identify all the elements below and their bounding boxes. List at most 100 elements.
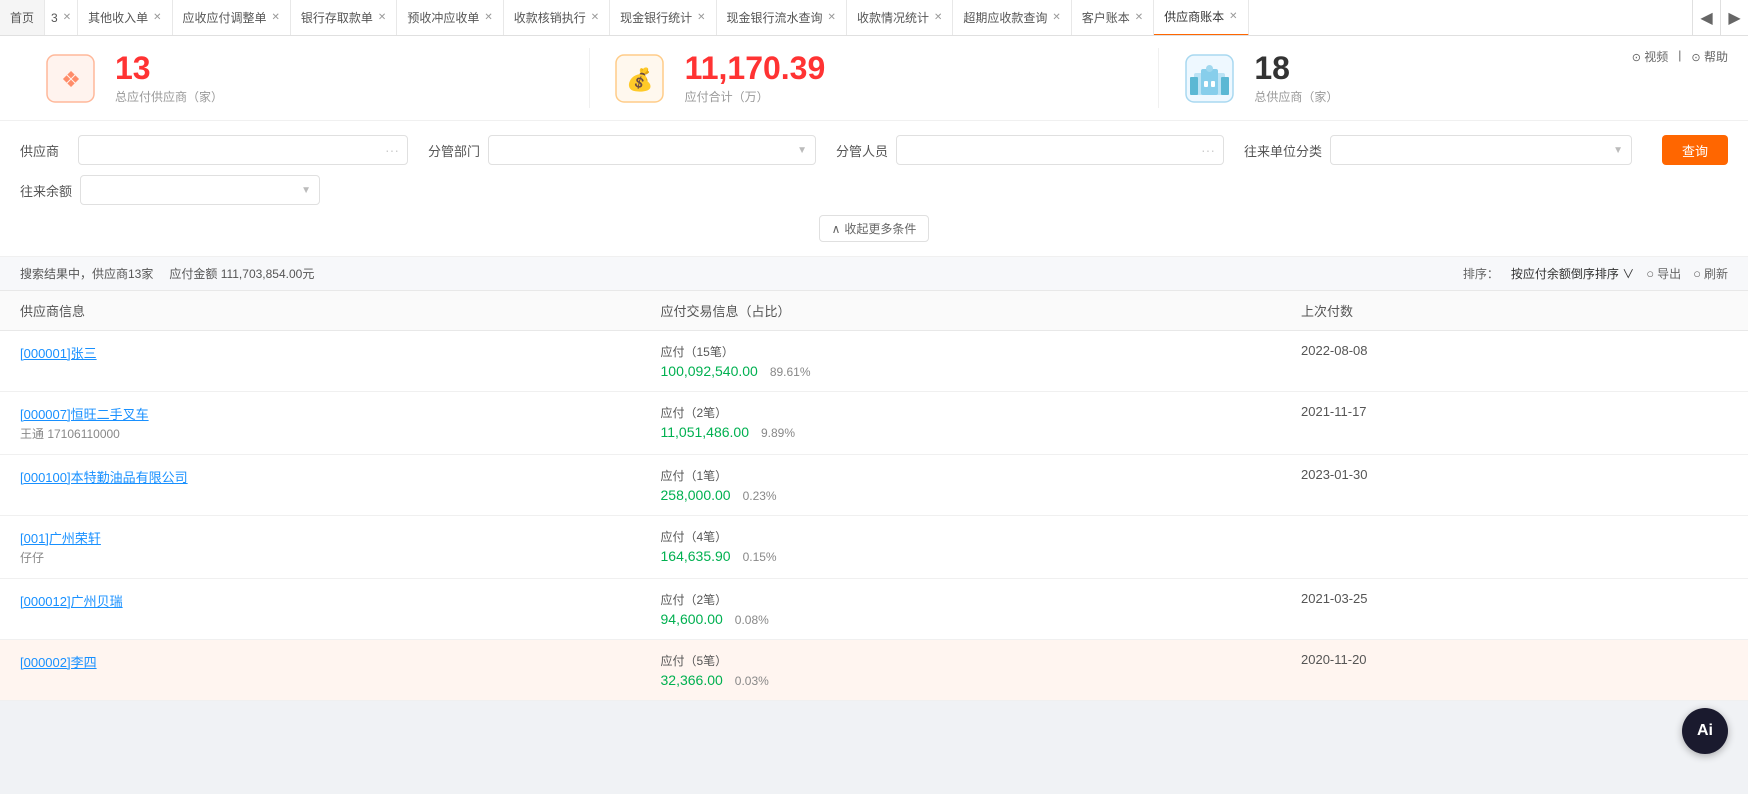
- payable-count-0: 应付（15笔）: [661, 343, 1302, 360]
- payable-percent-2: 0.23%: [743, 489, 777, 503]
- video-link[interactable]: ⊙ 视频: [1632, 48, 1669, 65]
- payable-amount-1[interactable]: 11,051,486.00: [661, 424, 750, 440]
- stats-bar: ❖ 13 总应付供应商（家） 💰 11,170.39 应付合计（万）: [0, 36, 1748, 121]
- supplier-name-3[interactable]: [001]广州荣轩: [20, 528, 661, 547]
- supplier-input-wrap[interactable]: ···: [78, 135, 408, 165]
- supplier-name-5[interactable]: [000002]李四: [20, 652, 661, 671]
- nav-close-other-income[interactable]: ✕: [153, 12, 161, 23]
- nav-item-pre-ar[interactable]: 预收冲应收单 ✕: [397, 0, 503, 36]
- table-row: [000002]李四 应付（5笔） 32,366.00 0.03% 2020-1…: [0, 640, 1748, 701]
- stat-card-payable-total: 💰 11,170.39 应付合计（万）: [590, 48, 1160, 108]
- nav-close-overdue-ar[interactable]: ✕: [1052, 12, 1060, 23]
- supplier-input[interactable]: [87, 143, 385, 157]
- nav-close-bank-deposit[interactable]: ✕: [378, 12, 386, 23]
- search-row-1: 供应商 ··· 分管部门 ▼ 分管人员 ··· 往来单位分类: [20, 135, 1728, 165]
- nav-item-home[interactable]: 首页: [0, 0, 45, 36]
- person-input[interactable]: [905, 143, 1201, 157]
- nav-close-cash-bank-stat[interactable]: ✕: [697, 12, 705, 23]
- nav-close-receipt-stat[interactable]: ✕: [934, 12, 942, 23]
- nav-close-ar-ap-adjust[interactable]: ✕: [272, 12, 280, 23]
- category-input-wrap[interactable]: ▼: [1330, 135, 1632, 165]
- nav-item-supplier-book[interactable]: 供应商账本 ✕: [1154, 0, 1248, 36]
- export-button[interactable]: ○ 导出: [1646, 265, 1681, 282]
- refresh-icon: ○: [1693, 266, 1701, 281]
- payable-total-icon: 💰: [610, 48, 670, 108]
- last-pay-4: 2021-03-25: [1301, 591, 1728, 606]
- payable-amount-0[interactable]: 100,092,540.00: [661, 363, 758, 379]
- payable-amount-3[interactable]: 164,635.90: [661, 548, 731, 564]
- supplier-sub-3: 仔仔: [20, 549, 661, 566]
- payable-amount-2[interactable]: 258,000.00: [661, 487, 731, 503]
- payable-amount-5[interactable]: 32,366.00: [661, 672, 723, 688]
- search-button[interactable]: 查询: [1662, 135, 1728, 165]
- nav-close-customer-book[interactable]: ✕: [1135, 12, 1143, 23]
- nav-label-bank-deposit: 银行存取款单: [301, 9, 373, 26]
- collapse-button[interactable]: ∧ 收起更多条件: [819, 215, 930, 242]
- nav-close-supplier-book[interactable]: ✕: [1229, 11, 1237, 22]
- payable-total-number: 11,170.39: [685, 52, 826, 84]
- payable-amount-4[interactable]: 94,600.00: [661, 611, 723, 627]
- nav-close-tab3[interactable]: ✕: [63, 12, 71, 23]
- nav-close-cash-bank-flow[interactable]: ✕: [828, 12, 836, 23]
- supplier-name-4[interactable]: [000012]广州贝瑞: [20, 591, 661, 610]
- person-input-wrap[interactable]: ···: [896, 135, 1224, 165]
- supplier-name-0[interactable]: [000001]张三: [20, 343, 661, 362]
- refresh-button[interactable]: ○ 刷新: [1693, 265, 1728, 282]
- person-picker-icon[interactable]: ···: [1201, 142, 1215, 158]
- table: 供应商信息 应付交易信息（占比） 上次付数 [000001]张三 应付（15笔）…: [0, 291, 1748, 701]
- sort-label: 排序：: [1463, 265, 1499, 282]
- nav-item-receipt-stat[interactable]: 收款情况统计 ✕: [847, 0, 953, 36]
- nav-close-receipt-exec[interactable]: ✕: [591, 12, 599, 23]
- payable-count-4: 应付（2笔）: [661, 591, 1302, 608]
- nav-item-customer-book[interactable]: 客户账本 ✕: [1072, 0, 1154, 36]
- payable-percent-0: 89.61%: [770, 365, 811, 379]
- supplier-info-5: [000002]李四: [20, 652, 661, 673]
- category-input[interactable]: [1339, 143, 1613, 157]
- supplier-info-4: [000012]广州贝瑞: [20, 591, 661, 612]
- payable-count-5: 应付（5笔）: [661, 652, 1302, 669]
- ai-assistant-button[interactable]: Ai: [1682, 708, 1728, 754]
- supplier-name-2[interactable]: [000100]本特勤油品有限公司: [20, 467, 661, 486]
- dept-chevron-icon[interactable]: ▼: [797, 145, 807, 156]
- result-text-2: 应付金额 111,703,854.00元: [169, 265, 314, 282]
- ai-label: Ai: [1697, 722, 1713, 740]
- supplier-picker-icon[interactable]: ···: [385, 142, 399, 158]
- payable-info-4: 应付（2笔） 94,600.00 0.08%: [661, 591, 1302, 627]
- nav-close-pre-ar[interactable]: ✕: [484, 12, 492, 23]
- nav-prev-arrow[interactable]: ◀: [1692, 0, 1720, 36]
- table-header: 供应商信息 应付交易信息（占比） 上次付数: [0, 291, 1748, 331]
- nav-label-overdue-ar: 超期应收款查询: [963, 9, 1047, 26]
- payable-info-1: 应付（2笔） 11,051,486.00 9.89%: [661, 404, 1302, 440]
- sort-chevron-icon: ∨: [1622, 267, 1634, 281]
- nav-item-overdue-ar[interactable]: 超期应收款查询 ✕: [953, 0, 1071, 36]
- last-pay-5: 2020-11-20: [1301, 652, 1728, 667]
- nav-label-cash-bank-stat: 现金银行统计: [620, 9, 692, 26]
- nav-label-receipt-stat: 收款情况统计: [857, 9, 929, 26]
- col-header-supplier: 供应商信息: [20, 301, 661, 320]
- header-links: ⊙ 视频 | ⊙ 帮助: [1632, 48, 1728, 65]
- help-link[interactable]: ⊙ 帮助: [1691, 48, 1728, 65]
- nav-item-other-income[interactable]: 其他收入单 ✕: [78, 0, 172, 36]
- sort-select[interactable]: 按应付余额倒序排序 ∨: [1511, 265, 1634, 282]
- last-pay-0: 2022-08-08: [1301, 343, 1728, 358]
- nav-item-cash-bank-stat[interactable]: 现金银行统计 ✕: [610, 0, 716, 36]
- nav-item-receipt-exec[interactable]: 收款核销执行 ✕: [504, 0, 610, 36]
- balance-chevron-icon[interactable]: ▼: [301, 185, 311, 196]
- balance-label: 往来余额: [20, 181, 72, 200]
- category-chevron-icon[interactable]: ▼: [1613, 145, 1623, 156]
- balance-field: 往来余额 ▼: [20, 175, 320, 205]
- dept-input[interactable]: [497, 143, 797, 157]
- collapse-up-icon: ∧: [832, 222, 841, 236]
- dept-input-wrap[interactable]: ▼: [488, 135, 816, 165]
- nav-item-bank-deposit[interactable]: 银行存取款单 ✕: [291, 0, 397, 36]
- nav-item-cash-bank-flow[interactable]: 现金银行流水查询 ✕: [717, 0, 847, 36]
- nav-item-ar-ap-adjust[interactable]: 应收应付调整单 ✕: [173, 0, 291, 36]
- nav-label-other-income: 其他收入单: [88, 9, 148, 26]
- balance-input[interactable]: [89, 183, 301, 197]
- person-label: 分管人员: [836, 141, 888, 160]
- balance-input-wrap[interactable]: ▼: [80, 175, 320, 205]
- nav-item-tab3[interactable]: 3 ✕: [45, 0, 78, 36]
- supplier-name-1[interactable]: [000007]恒旺二手叉车: [20, 404, 661, 423]
- table-row: [001]广州荣轩 仔仔 应付（4笔） 164,635.90 0.15%: [0, 516, 1748, 579]
- nav-next-arrow[interactable]: ▶: [1720, 0, 1748, 36]
